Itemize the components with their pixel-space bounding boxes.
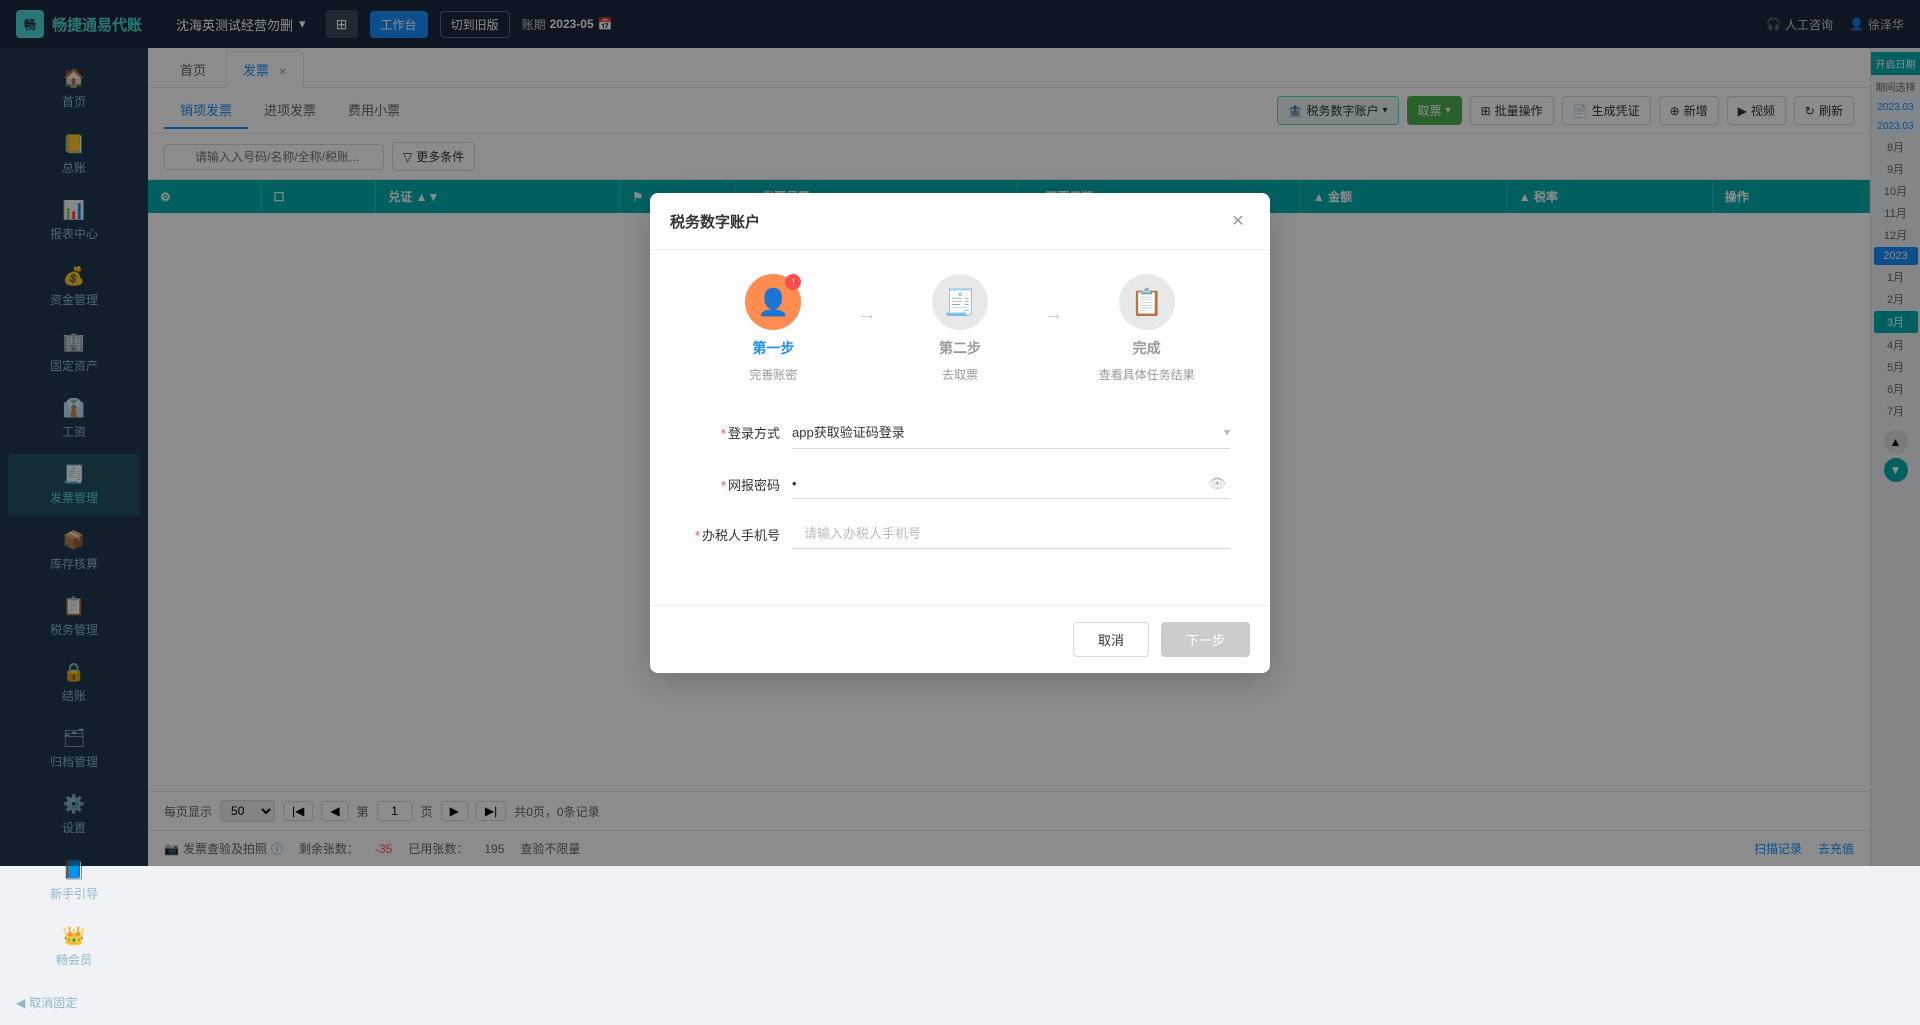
sidebar-label-member: 畅会员 bbox=[56, 951, 92, 968]
dialog-header: 税务数字账户 ✕ bbox=[650, 193, 1270, 250]
dialog-footer: 取消 下一步 bbox=[650, 605, 1270, 673]
step-2: 🧾 第二步 去取票 bbox=[877, 274, 1044, 383]
form-row-password: 网报密码 👁 bbox=[690, 469, 1230, 499]
step-3-icon: 📋 bbox=[1130, 287, 1162, 318]
step-3-desc: 查看具体任务结果 bbox=[1099, 366, 1195, 383]
password-field: 👁 bbox=[792, 469, 1230, 499]
steps-container: 👤 ! 第一步 完善账密 → 🧾 第二步 去取票 → bbox=[690, 274, 1230, 383]
form-row-login-method: 登录方式 app获取验证码登录 ▾ bbox=[690, 415, 1230, 449]
step-1-label: 第一步 bbox=[752, 338, 794, 358]
step-1-icon-wrap: 👤 ! bbox=[745, 274, 801, 330]
step-arrow-2: → bbox=[1043, 303, 1063, 326]
step-1-badge: ! bbox=[785, 274, 801, 290]
tax-digital-account-dialog: 税务数字账户 ✕ 👤 ! 第一步 完善账密 → 🧾 bbox=[650, 193, 1270, 673]
modal-overlay: 税务数字账户 ✕ 👤 ! 第一步 完善账密 → 🧾 bbox=[0, 0, 1920, 866]
step-2-desc: 去取票 bbox=[942, 366, 978, 383]
sidebar-bottom: ◀ 取消固定 bbox=[0, 980, 148, 1025]
password-label: 网报密码 bbox=[690, 475, 780, 494]
step-arrow-1: → bbox=[857, 303, 877, 326]
phone-label: 办税人手机号 bbox=[690, 525, 780, 544]
step-3-label: 完成 bbox=[1133, 338, 1161, 358]
member-icon: 👑 bbox=[63, 926, 85, 947]
step-2-icon: 🧾 bbox=[944, 287, 976, 318]
cancel-fixed-label: 取消固定 bbox=[29, 994, 77, 1011]
sidebar-item-member[interactable]: 👑 畅会员 bbox=[8, 916, 140, 978]
login-method-value: app获取验证码登录 bbox=[792, 422, 1224, 441]
sidebar-label-guide: 新手引导 bbox=[50, 885, 98, 902]
dialog-form: 登录方式 app获取验证码登录 ▾ 网报密码 👁 办税人手机号 bbox=[690, 415, 1230, 549]
login-method-dropdown-icon: ▾ bbox=[1224, 425, 1230, 439]
cancel-btn[interactable]: 取消 bbox=[1073, 622, 1149, 657]
login-method-select[interactable]: app获取验证码登录 ▾ bbox=[792, 415, 1230, 449]
step-3-icon-wrap: 📋 bbox=[1119, 274, 1175, 330]
step-1-desc: 完善账密 bbox=[749, 366, 797, 383]
next-btn[interactable]: 下一步 bbox=[1161, 622, 1250, 657]
step-2-icon-wrap: 🧾 bbox=[932, 274, 988, 330]
step-1: 👤 ! 第一步 完善账密 bbox=[690, 274, 857, 383]
password-input[interactable] bbox=[792, 469, 1204, 498]
login-method-label: 登录方式 bbox=[690, 423, 780, 442]
form-row-phone: 办税人手机号 bbox=[690, 519, 1230, 549]
dialog-close-btn[interactable]: ✕ bbox=[1226, 209, 1250, 233]
dialog-title: 税务数字账户 bbox=[670, 211, 760, 232]
dialog-body: 👤 ! 第一步 完善账密 → 🧾 第二步 去取票 → bbox=[650, 250, 1270, 605]
phone-input[interactable] bbox=[792, 519, 1230, 549]
pin-icon: ◀ bbox=[16, 996, 25, 1010]
eye-icon[interactable]: 👁 bbox=[1204, 471, 1230, 496]
step-3: 📋 完成 查看具体任务结果 bbox=[1063, 274, 1230, 383]
step-2-label: 第二步 bbox=[939, 338, 981, 358]
cancel-fixed-btn[interactable]: ◀ 取消固定 bbox=[8, 988, 140, 1017]
step-1-icon: 👤 bbox=[757, 287, 789, 318]
